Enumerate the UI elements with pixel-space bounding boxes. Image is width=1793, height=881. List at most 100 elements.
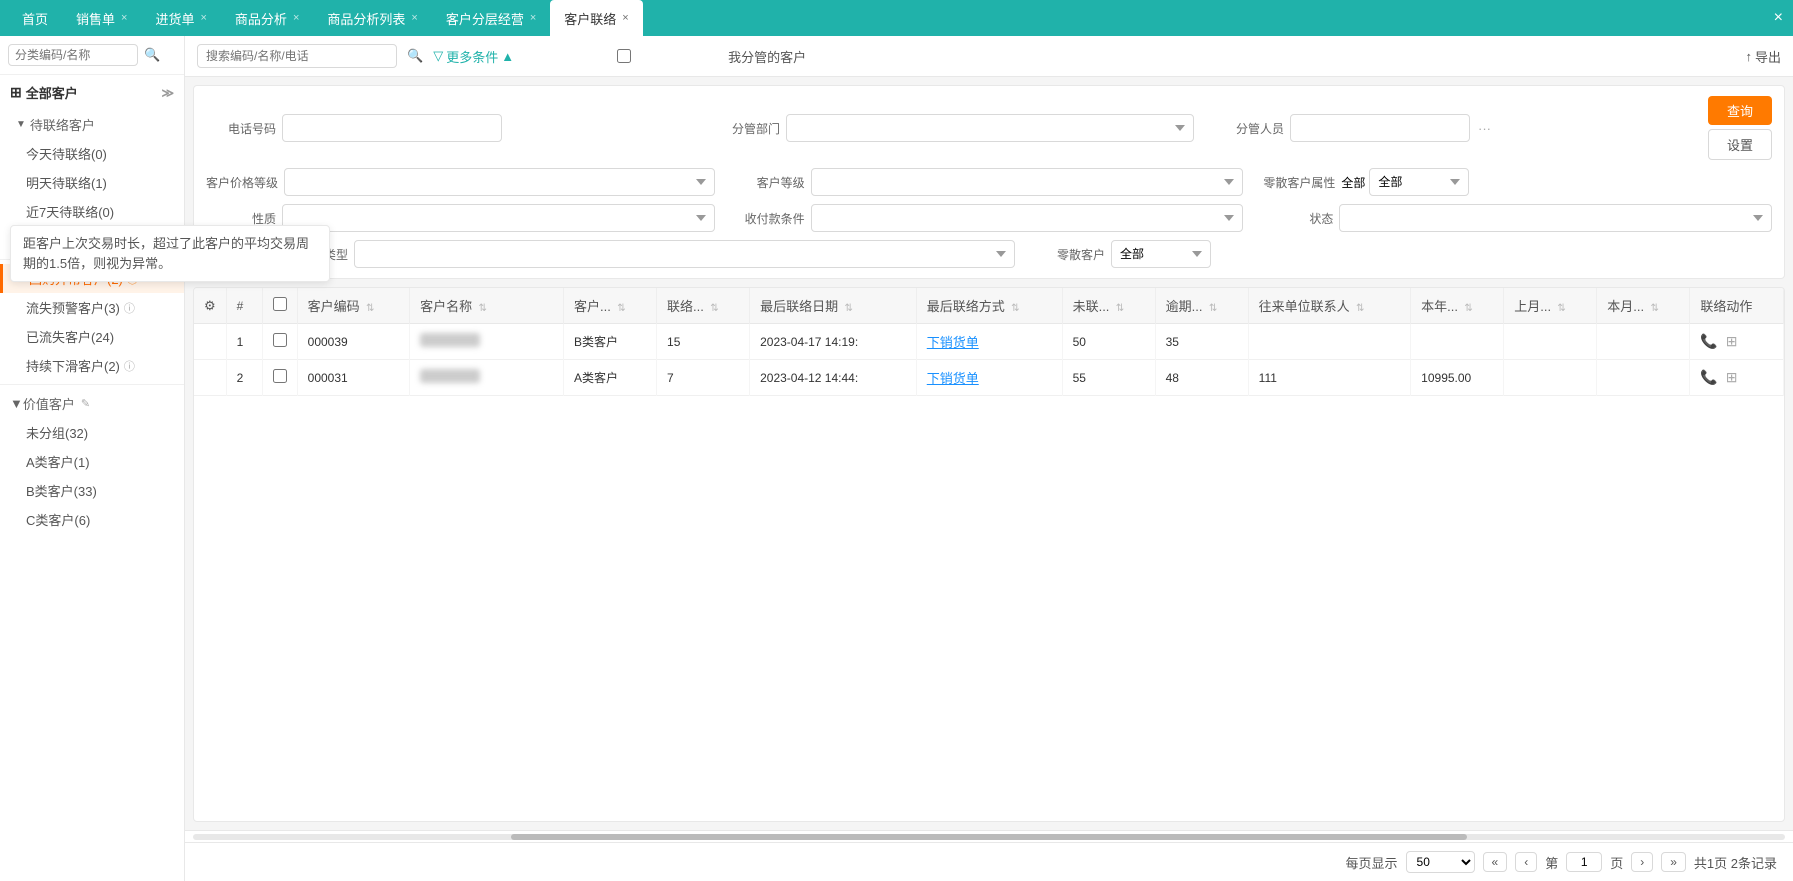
export-button[interactable]: ↑ 导出	[1745, 47, 1781, 66]
customer-level-label: 客户等级	[735, 174, 805, 191]
col-last-month[interactable]: 上月... ⇅	[1504, 288, 1597, 324]
col-category[interactable]: 客户... ⇅	[564, 288, 657, 324]
nav-tab-product-analysis[interactable]: 商品分析 ×	[221, 0, 313, 36]
page-input[interactable]	[1566, 852, 1602, 872]
search-button[interactable]: 🔍	[407, 48, 423, 64]
my-customers-checkbox[interactable]	[524, 49, 724, 63]
nav-tab-customer-management[interactable]: 客户分层经营 ×	[432, 0, 550, 36]
col-contact-person[interactable]: 往来单位联系人 ⇅	[1248, 288, 1411, 324]
row-this-year: 10995.00	[1411, 360, 1504, 396]
sidebar-search-input[interactable]	[8, 44, 138, 66]
sidebar-value-customers-label[interactable]: ▼ 价值客户 ✎	[0, 389, 184, 418]
col-name[interactable]: 客户名称 ⇅	[410, 288, 564, 324]
sort-uncontacted-icon: ⇅	[1116, 303, 1124, 314]
row-checkbox-cell	[262, 360, 297, 396]
customer-level-select[interactable]	[811, 168, 1244, 196]
last-page-button[interactable]: »	[1661, 852, 1686, 872]
dept-select[interactable]	[786, 114, 1194, 142]
contact-method-link[interactable]: 下销货单	[927, 371, 979, 386]
sidebar-item-today[interactable]: 今天待联络(0)	[0, 139, 184, 168]
query-button[interactable]: 查询	[1708, 96, 1772, 125]
contact-method-link[interactable]: 下销货单	[927, 335, 979, 350]
retail-attr-select[interactable]: 全部	[1369, 168, 1469, 196]
sidebar-item-7days[interactable]: 近7天待联络(0)	[0, 197, 184, 226]
sidebar-item-lost-customers[interactable]: 已流失客户(24)	[0, 322, 184, 351]
sidebar-search-icon[interactable]: 🔍	[144, 47, 160, 63]
sidebar-item-unclassified[interactable]: 未分组(32)	[0, 418, 184, 447]
close-purchase-tab[interactable]: ×	[200, 12, 206, 24]
prev-page-button[interactable]: ‹	[1515, 852, 1537, 872]
first-page-button[interactable]: «	[1483, 852, 1508, 872]
row-overdue: 48	[1155, 360, 1248, 396]
customer-type-select[interactable]	[354, 240, 1015, 268]
sidebar-item-tomorrow[interactable]: 明天待联络(1)	[0, 168, 184, 197]
grid-action-icon[interactable]: ⊞	[1726, 369, 1738, 386]
col-this-month[interactable]: 本月... ⇅	[1597, 288, 1690, 324]
col-this-year[interactable]: 本年... ⇅	[1411, 288, 1504, 324]
more-conditions-button[interactable]: ▽ 更多条件 ▲	[433, 47, 514, 66]
filter-phone: 电话号码	[206, 114, 690, 142]
horizontal-scrollbar[interactable]	[185, 830, 1793, 842]
price-level-select[interactable]	[284, 168, 715, 196]
sidebar-item-continuous-decline[interactable]: 持续下滑客户(2) ⓘ	[0, 351, 184, 380]
per-page-select[interactable]: 50 20 100	[1406, 851, 1475, 873]
nav-tab-customer-contact[interactable]: 客户联络 ×	[550, 0, 642, 36]
grid-action-icon[interactable]: ⊞	[1726, 333, 1738, 350]
sidebar-all-customers[interactable]: ⊞ 全部客户 ≫	[0, 75, 184, 110]
phone-input[interactable]	[282, 114, 502, 142]
retail-customer-select[interactable]: 全部	[1111, 240, 1211, 268]
settings-gear-icon[interactable]: ⚙	[204, 298, 216, 313]
close-customer-contact-tab[interactable]: ×	[622, 12, 628, 24]
manager-input[interactable]	[1290, 114, 1470, 142]
edit-icon[interactable]: ✎	[81, 397, 90, 410]
sort-contact-person-icon: ⇅	[1356, 303, 1364, 314]
row-this-year	[1411, 324, 1504, 360]
col-overdue[interactable]: 逾期... ⇅	[1155, 288, 1248, 324]
status-select[interactable]	[1339, 204, 1772, 232]
row-checkbox[interactable]	[273, 369, 287, 383]
col-settings: ⚙	[194, 288, 226, 324]
manager-more-button[interactable]: ···	[1470, 121, 1499, 136]
col-uncontacted[interactable]: 未联... ⇅	[1062, 288, 1155, 324]
row-checkbox[interactable]	[273, 333, 287, 347]
close-product-analysis-tab[interactable]: ×	[293, 12, 299, 24]
search-input[interactable]	[197, 44, 397, 68]
gender-select[interactable]	[282, 204, 715, 232]
nav-tab-purchase[interactable]: 进货单 ×	[141, 0, 220, 36]
close-customer-management-tab[interactable]: ×	[530, 12, 536, 24]
price-level-label: 客户价格等级	[206, 174, 278, 191]
info-icon-2: ⓘ	[124, 300, 135, 316]
phone-action-icon[interactable]: 📞	[1700, 333, 1717, 350]
filter-payment: 收付款条件	[735, 204, 1244, 232]
col-last-contact-method[interactable]: 最后联络方式 ⇅	[916, 288, 1062, 324]
close-sales-tab[interactable]: ×	[121, 12, 127, 24]
col-last-contact-date[interactable]: 最后联络日期 ⇅	[750, 288, 917, 324]
nav-tab-sales[interactable]: 销售单 ×	[62, 0, 141, 36]
sidebar-pending-label[interactable]: ▼ 待联络客户	[0, 110, 184, 139]
next-page-button[interactable]: ›	[1631, 852, 1653, 872]
collapse-icon[interactable]: ≫	[161, 86, 174, 100]
payment-label: 收付款条件	[735, 210, 805, 227]
my-customers-checkbox-label[interactable]: 我分管的客户	[524, 47, 806, 66]
filter-customer-level: 客户等级	[735, 168, 1244, 196]
filter-retail-attr: 零散客户属性 全部 全部	[1263, 168, 1772, 196]
row-last-contact-method: 下销货单	[916, 360, 1062, 396]
phone-action-icon[interactable]: 📞	[1700, 369, 1717, 386]
sort-this-year-icon: ⇅	[1464, 303, 1472, 314]
nav-tab-home[interactable]: 首页	[8, 0, 62, 36]
sidebar-item-loss-warning[interactable]: 流失预警客户(3) ⓘ	[0, 293, 184, 322]
col-code[interactable]: 客户编码 ⇅	[297, 288, 410, 324]
search-bar: 🔍 ▽ 更多条件 ▲ 我分管的客户 ↑ 导出	[185, 36, 1793, 77]
payment-select[interactable]	[811, 204, 1244, 232]
sidebar-item-a-class[interactable]: A类客户(1)	[0, 447, 184, 476]
sidebar-item-c-class[interactable]: C类客户(6)	[0, 505, 184, 534]
close-product-analysis-list-tab[interactable]: ×	[411, 12, 417, 24]
window-close-button[interactable]: ×	[1774, 9, 1783, 27]
sidebar-item-b-class[interactable]: B类客户(33)	[0, 476, 184, 505]
sort-category-icon: ⇅	[617, 303, 625, 314]
col-contact-count[interactable]: 联络... ⇅	[657, 288, 750, 324]
select-all-checkbox[interactable]	[273, 297, 287, 311]
settings-button[interactable]: 设置	[1708, 129, 1772, 160]
nav-tab-product-analysis-list[interactable]: 商品分析列表 ×	[313, 0, 431, 36]
grid-icon: ⊞	[10, 84, 22, 101]
